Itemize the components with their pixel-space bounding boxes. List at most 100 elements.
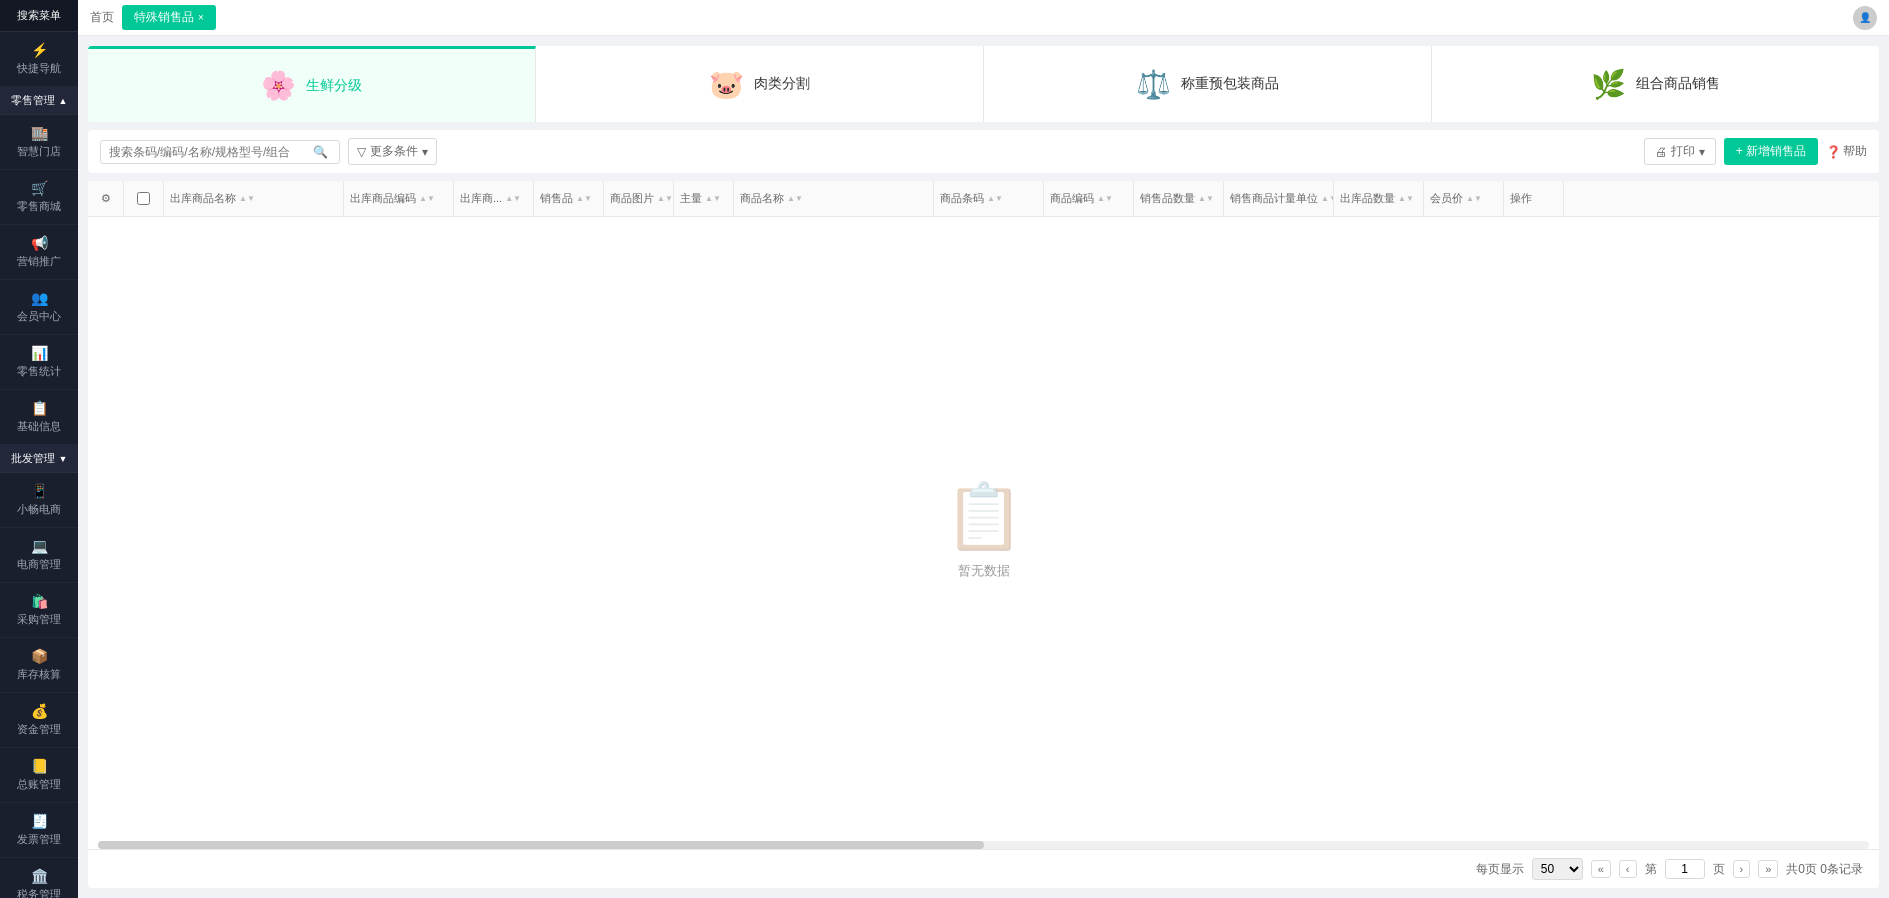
tab-meat-cut[interactable]: 🐷 肉类分割 [536, 46, 984, 122]
sidebar-item-label: 零售统计 [17, 364, 61, 379]
active-tab[interactable]: 特殊销售品 × [122, 5, 216, 30]
sort-icon-out-code[interactable]: ▲▼ [419, 195, 435, 203]
tax-mgmt-icon: 🏛️ [31, 868, 48, 884]
sort-icon-sale-item[interactable]: ▲▼ [576, 195, 592, 203]
inventory-icon: 📦 [31, 648, 48, 664]
sort-icon-sale-qty[interactable]: ▲▼ [1198, 195, 1214, 203]
toolbar: 🔍 ▽ 更多条件 ▾ 🖨 打印 ▾ + 新增销售品 ❓ 帮助 [88, 130, 1879, 173]
filter-icon: ▽ [357, 145, 366, 159]
sidebar-item-purchase-mgmt[interactable]: 🛍️ 采购管理 [0, 583, 78, 638]
sort-icon-good-name[interactable]: ▲▼ [787, 195, 803, 203]
pagination: 每页显示 50 10 20 100 « ‹ 第 页 › » 共0页 0条记录 [88, 849, 1879, 888]
sidebar-item-retail-city[interactable]: 🛒 零售商城 [0, 170, 78, 225]
tab-close-icon[interactable]: × [198, 12, 204, 23]
th-out-qty: 出库品数量 ▲▼ [1334, 181, 1424, 216]
user-avatar[interactable]: 👤 [1853, 6, 1877, 30]
sidebar-section-retail[interactable]: 零售管理 ▲ [0, 87, 78, 115]
sidebar-item-finance-mgmt[interactable]: 💰 资金管理 [0, 693, 78, 748]
first-page-button[interactable]: « [1591, 860, 1611, 878]
fresh-grade-label: 生鲜分级 [306, 77, 362, 95]
th-member-price: 会员价 ▲▼ [1424, 181, 1504, 216]
tab-combo-sale[interactable]: 🌿 组合商品销售 [1432, 46, 1879, 122]
sort-icon-out-spec[interactable]: ▲▼ [505, 195, 521, 203]
sidebar-logo[interactable]: 搜索菜单 [0, 0, 78, 32]
tab-fresh-grade[interactable]: 🌸 生鲜分级 [88, 46, 536, 122]
empty-text: 暂无数据 [958, 562, 1010, 580]
sidebar-item-inventory[interactable]: 📦 库存核算 [0, 638, 78, 693]
sidebar-item-sales-promo[interactable]: 📢 营销推广 [0, 225, 78, 280]
prev-page-button[interactable]: ‹ [1619, 860, 1637, 878]
sidebar-section-wholesale[interactable]: 批发管理 ▼ [0, 445, 78, 473]
search-input[interactable] [109, 145, 309, 159]
sidebar-item-ledger-mgmt[interactable]: 📒 总账管理 [0, 748, 78, 803]
topbar: 首页 特殊销售品 × 👤 [78, 0, 1889, 36]
th-sale-unit-label: 销售商品计量单位 [1230, 191, 1318, 206]
th-settings[interactable]: ⚙ [88, 181, 124, 216]
sort-icon-out-name[interactable]: ▲▼ [239, 195, 255, 203]
th-op: 操作 [1504, 181, 1564, 216]
sidebar-item-tax-mgmt[interactable]: 🏛️ 税务管理 [0, 858, 78, 898]
sidebar-item-smart-store[interactable]: 🏬 智慧门店 [0, 115, 78, 170]
sort-icon-main[interactable]: ▲▼ [705, 195, 721, 203]
ledger-mgmt-icon: 📒 [31, 758, 48, 774]
quick-nav-icon: ⚡ [31, 42, 48, 58]
tab-scale-pack[interactable]: ⚖️ 称重预包装商品 [984, 46, 1432, 122]
sort-icon-barcode[interactable]: ▲▼ [987, 195, 1003, 203]
finance-mgmt-icon: 💰 [31, 703, 48, 719]
sort-icon-sale-unit[interactable]: ▲▼ [1321, 195, 1334, 203]
help-label: 帮助 [1843, 143, 1867, 160]
next-page-button[interactable]: › [1733, 860, 1751, 878]
th-good-code: 商品编码 ▲▼ [1044, 181, 1134, 216]
help-button[interactable]: ❓ 帮助 [1826, 143, 1867, 160]
sidebar-item-retail-stats[interactable]: 📊 零售统计 [0, 335, 78, 390]
sidebar-item-ecom-mgmt[interactable]: 💻 电商管理 [0, 528, 78, 583]
sidebar-item-label: 会员中心 [17, 309, 61, 324]
th-op-label: 操作 [1510, 191, 1532, 206]
search-box[interactable]: 🔍 [100, 140, 340, 164]
sort-icon-good-code[interactable]: ▲▼ [1097, 195, 1113, 203]
sidebar-item-label: 电商管理 [17, 557, 61, 572]
sidebar-item-mini-ecom[interactable]: 📱 小畅电商 [0, 473, 78, 528]
th-out-code: 出库商品编码 ▲▼ [344, 181, 454, 216]
scrollbar-thumb[interactable] [98, 841, 984, 849]
toolbar-right: 🖨 打印 ▾ + 新增销售品 ❓ 帮助 [1644, 138, 1867, 165]
add-button[interactable]: + 新增销售品 [1724, 138, 1818, 165]
home-link[interactable]: 首页 [90, 9, 114, 26]
search-icon[interactable]: 🔍 [313, 145, 328, 159]
sort-icon-out-qty[interactable]: ▲▼ [1398, 195, 1414, 203]
sort-icon-img[interactable]: ▲▼ [657, 195, 673, 203]
th-member-price-label: 会员价 [1430, 191, 1463, 206]
per-page-select[interactable]: 50 10 20 100 [1532, 858, 1583, 880]
filter-label: 更多条件 [370, 143, 418, 160]
purchase-mgmt-icon: 🛍️ [31, 593, 48, 609]
sidebar-item-member-center[interactable]: 👥 会员中心 [0, 280, 78, 335]
sidebar-item-basic-info[interactable]: 📋 基础信息 [0, 390, 78, 445]
last-page-button[interactable]: » [1758, 860, 1778, 878]
select-all-checkbox[interactable] [137, 192, 150, 205]
sidebar-item-label: 营销推广 [17, 254, 61, 269]
th-check[interactable] [124, 181, 164, 216]
scale-pack-label: 称重预包装商品 [1181, 75, 1279, 93]
sidebar-item-invoice-mgmt[interactable]: 🧾 发票管理 [0, 803, 78, 858]
sidebar-item-label: 总账管理 [17, 777, 61, 792]
sort-icon-member-price[interactable]: ▲▼ [1466, 195, 1482, 203]
filter-button[interactable]: ▽ 更多条件 ▾ [348, 138, 437, 165]
page-input[interactable] [1665, 859, 1705, 879]
sales-promo-icon: 📢 [31, 235, 48, 251]
page-suffix: 页 [1713, 861, 1725, 878]
help-icon: ❓ [1826, 145, 1841, 159]
print-button[interactable]: 🖨 打印 ▾ [1644, 138, 1716, 165]
horizontal-scrollbar[interactable] [98, 841, 1869, 849]
member-center-icon: 👥 [31, 290, 48, 306]
th-barcode: 商品条码 ▲▼ [934, 181, 1044, 216]
print-icon: 🖨 [1655, 145, 1667, 159]
table-container: ⚙ 出库商品名称 ▲▼ 出库商品编码 ▲▼ 出库商... ▲▼ [88, 181, 1879, 888]
invoice-mgmt-icon: 🧾 [31, 813, 48, 829]
add-label: + 新增销售品 [1736, 143, 1806, 160]
th-main-label: 主量 [680, 191, 702, 206]
sidebar-item-label: 税务管理 [17, 887, 61, 898]
sidebar-item-label: 基础信息 [17, 419, 61, 434]
per-page-label: 每页显示 [1476, 861, 1524, 878]
th-out-code-label: 出库商品编码 [350, 191, 416, 206]
sidebar-item-quick-nav[interactable]: ⚡ 快捷导航 [0, 32, 78, 87]
